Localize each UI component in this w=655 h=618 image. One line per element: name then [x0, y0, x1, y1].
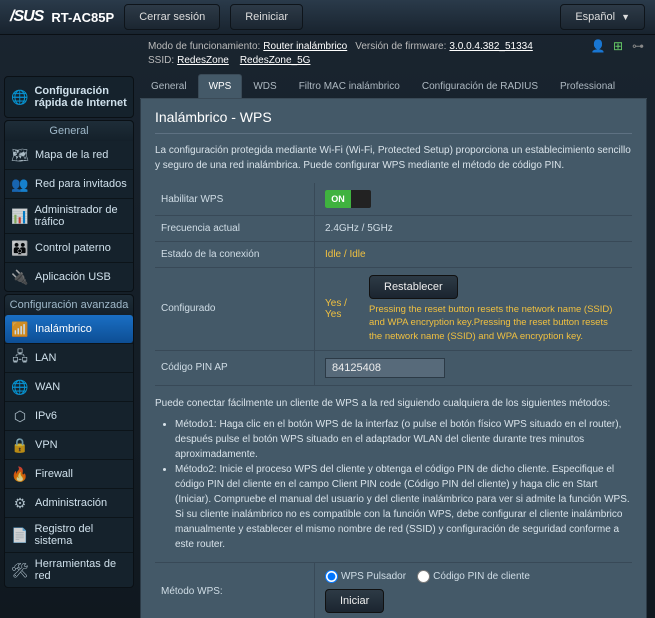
sidebar-item-adv-7[interactable]: 📄 Registro del sistema: [5, 517, 133, 552]
tab-wds[interactable]: WDS: [242, 74, 287, 98]
info-bar: Modo de funcionamiento: Router inalámbri…: [0, 35, 655, 55]
sidebar-label: VPN: [35, 439, 58, 451]
sidebar-label: Red para invitados: [35, 178, 127, 190]
nav-icon: 🛠: [11, 561, 29, 579]
ssid2-value: RedesZone_5G: [240, 55, 311, 66]
sidebar-item-general-3[interactable]: 👪 Control paterno: [5, 233, 133, 262]
sidebar-item-adv-5[interactable]: 🔥 Firewall: [5, 459, 133, 488]
sidebar-label: Registro del sistema: [34, 523, 127, 547]
methods-intro: Puede conectar fácilmente un cliente de …: [155, 396, 632, 411]
tab-general[interactable]: General: [140, 74, 198, 98]
wps-push-radio[interactable]: WPS Pulsador: [325, 571, 406, 582]
wps-method-label: Método WPS:: [155, 563, 315, 618]
wps-pin-radio[interactable]: Código PIN de cliente: [417, 571, 530, 582]
firmware-label: Versión de firmware:: [355, 41, 446, 52]
nav-icon: ⚙: [11, 494, 29, 512]
sidebar-item-general-0[interactable]: 🗺 Mapa de la red: [5, 141, 133, 169]
language-selector[interactable]: Español ▼: [560, 4, 645, 30]
frequency-label: Frecuencia actual: [155, 216, 315, 241]
sidebar-item-general-2[interactable]: 📊 Administrador de tráfico: [5, 198, 133, 233]
network-icon[interactable]: ⊞: [611, 39, 625, 53]
reset-warning: Pressing the reset button resets the net…: [369, 304, 612, 342]
sidebar-label: Aplicación USB: [35, 271, 111, 283]
configured-value: Yes / Yes: [325, 298, 361, 320]
nav-icon: 📄: [11, 526, 28, 544]
sidebar-label: Administrador de tráfico: [34, 204, 127, 228]
sidebar-label: Configuración rápida de Internet: [34, 85, 127, 109]
sidebar-label: Inalámbrico: [35, 323, 92, 335]
tab-filtro-mac-inalámbrico[interactable]: Filtro MAC inalámbrico: [288, 74, 411, 98]
nav-icon: 👪: [11, 239, 29, 257]
ssid1-value: RedesZone: [177, 55, 229, 66]
ssid-bar: SSID: RedesZone RedesZone_5G: [0, 55, 655, 72]
ap-pin-input[interactable]: [325, 358, 445, 378]
sidebar-item-general-1[interactable]: 👥 Red para invitados: [5, 169, 133, 198]
mode-value[interactable]: Router inalámbrico: [263, 41, 347, 52]
globe-icon: 🌐: [11, 88, 28, 106]
nav-icon: 🗺: [11, 146, 29, 164]
sidebar-label: WAN: [35, 381, 60, 393]
nav-icon: 🔒: [11, 436, 29, 454]
connection-status-label: Estado de la conexión: [155, 242, 315, 267]
nav-icon: 🖧: [11, 349, 29, 367]
client-icon[interactable]: 👤: [591, 39, 605, 53]
tab-wps[interactable]: WPS: [198, 74, 243, 98]
nav-icon: 👥: [11, 175, 29, 193]
tab-professional[interactable]: Professional: [549, 74, 626, 98]
content-panel: Inalámbrico - WPS La configuración prote…: [140, 99, 647, 618]
sidebar-general-title: General: [5, 121, 133, 141]
nav-icon: ⬡: [11, 407, 29, 425]
brand-logo: /SUS: [10, 8, 43, 26]
topbar: /SUS RT-AC85P Cerrar sesión Reiniciar Es…: [0, 0, 655, 35]
nav-icon: 🔌: [11, 268, 29, 286]
sidebar-item-general-4[interactable]: 🔌 Aplicación USB: [5, 262, 133, 291]
pin-label: Código PIN AP: [155, 351, 315, 385]
firmware-value[interactable]: 3.0.0.4.382_51334: [449, 41, 532, 52]
page-description: La configuración protegida mediante Wi-F…: [155, 144, 632, 173]
sidebar-advanced-title: Configuración avanzada: [5, 295, 133, 315]
method-2: Método2: Inicie el proceso WPS del clien…: [175, 462, 632, 552]
sidebar-label: Administración: [35, 497, 107, 509]
sidebar-item-adv-1[interactable]: 🖧 LAN: [5, 343, 133, 372]
connection-status-value: Idle / Idle: [315, 242, 632, 267]
configured-label: Configurado: [155, 268, 315, 350]
sidebar-label: Control paterno: [35, 242, 111, 254]
sidebar-quick-setup[interactable]: 🌐 Configuración rápida de Internet: [5, 77, 133, 117]
sidebar: 🌐 Configuración rápida de Internet Gener…: [0, 72, 138, 618]
frequency-value: 2.4GHz / 5GHz: [315, 216, 632, 241]
chevron-down-icon: ▼: [621, 12, 630, 22]
sidebar-label: Firewall: [35, 468, 73, 480]
logout-button[interactable]: Cerrar sesión: [124, 4, 220, 30]
start-button[interactable]: Iniciar: [325, 589, 384, 613]
sidebar-item-adv-0[interactable]: 📶 Inalámbrico: [5, 315, 133, 343]
nav-icon: 📊: [11, 207, 28, 225]
page-title: Inalámbrico - WPS: [155, 109, 632, 134]
sidebar-label: Herramientas de red: [35, 558, 127, 582]
sidebar-item-adv-2[interactable]: 🌐 WAN: [5, 372, 133, 401]
sidebar-item-adv-3[interactable]: ⬡ IPv6: [5, 401, 133, 430]
sidebar-label: LAN: [35, 352, 56, 364]
tab-bar: GeneralWPSWDSFiltro MAC inalámbricoConfi…: [140, 74, 647, 99]
sidebar-item-adv-4[interactable]: 🔒 VPN: [5, 430, 133, 459]
usb-icon[interactable]: ⊶: [631, 39, 645, 53]
ssid-label: SSID:: [148, 55, 174, 66]
nav-icon: 🌐: [11, 378, 29, 396]
nav-icon: 📶: [11, 320, 29, 338]
tab-configuración-de-radius[interactable]: Configuración de RADIUS: [411, 74, 549, 98]
language-label: Español: [575, 11, 615, 23]
model-name: RT-AC85P: [51, 10, 114, 25]
reset-button[interactable]: Restablecer: [369, 275, 458, 299]
sidebar-label: IPv6: [35, 410, 57, 422]
enable-wps-toggle[interactable]: ON: [325, 190, 371, 208]
method-1: Método1: Haga clic en el botón WPS de la…: [175, 417, 632, 462]
sidebar-label: Mapa de la red: [35, 149, 108, 161]
nav-icon: 🔥: [11, 465, 29, 483]
sidebar-item-adv-6[interactable]: ⚙ Administración: [5, 488, 133, 517]
reboot-button[interactable]: Reiniciar: [230, 4, 303, 30]
sidebar-item-adv-8[interactable]: 🛠 Herramientas de red: [5, 552, 133, 587]
mode-label: Modo de funcionamiento:: [148, 41, 260, 52]
enable-wps-label: Habilitar WPS: [155, 183, 315, 215]
